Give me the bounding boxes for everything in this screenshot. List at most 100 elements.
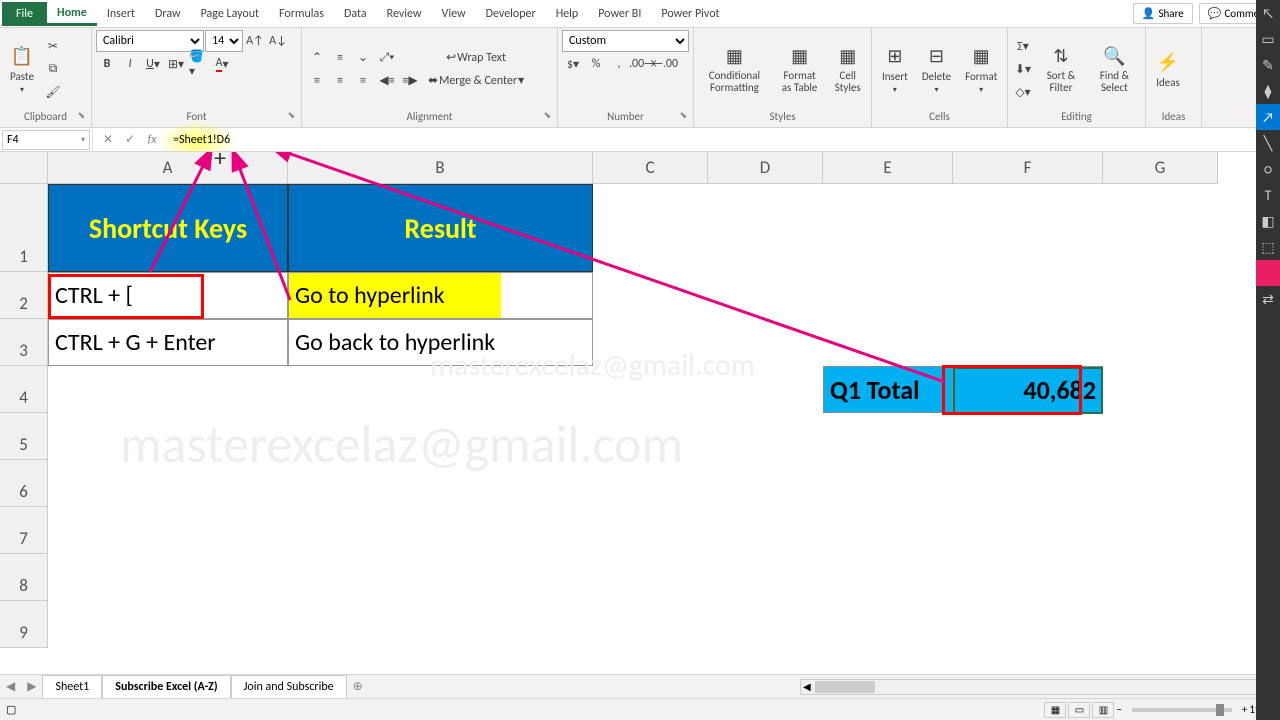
col-header-E[interactable]: E xyxy=(823,152,953,184)
cell-styles-button[interactable]: ▦Cell Styles xyxy=(828,42,867,96)
wrap-text-button[interactable]: ↩Wrap Text xyxy=(423,47,529,69)
blur-tool[interactable]: ⬚ xyxy=(1256,234,1280,260)
arrow-tool[interactable]: ↗ xyxy=(1256,104,1280,130)
increase-decimal-button[interactable]: .00→ xyxy=(631,53,653,75)
decrease-font-button[interactable]: A↓ xyxy=(267,30,289,52)
find-select-button[interactable]: 🔍Find & Select xyxy=(1088,42,1141,96)
align-top-button[interactable]: ⌃ xyxy=(306,47,328,69)
pen-tool[interactable]: ✎ xyxy=(1256,52,1280,78)
fill-color-button[interactable]: 🪣▾ xyxy=(188,53,210,75)
cell-B2[interactable]: Go to hyperlink xyxy=(288,272,593,319)
sheet-tab-3[interactable]: Join and Subscribe xyxy=(231,675,347,699)
insert-button[interactable]: ⊞Insert▾ xyxy=(876,42,914,97)
cell-E4[interactable]: Q1 Total xyxy=(823,366,953,413)
tab-draw[interactable]: Draw xyxy=(145,2,191,26)
row-header-7[interactable]: 7 xyxy=(0,507,48,554)
normal-view-button[interactable]: ▦ xyxy=(1044,702,1066,718)
tab-page-layout[interactable]: Page Layout xyxy=(191,2,269,26)
zoom-out-button[interactable]: − xyxy=(1116,703,1121,716)
alignment-launcher[interactable]: ⬊ xyxy=(543,110,551,121)
tab-help[interactable]: Help xyxy=(546,2,589,26)
paste-button[interactable]: 📋Paste▾ xyxy=(4,42,40,97)
row-header-6[interactable]: 6 xyxy=(0,460,48,507)
page-layout-view-button[interactable]: ▭ xyxy=(1068,702,1090,718)
share-button[interactable]: 👤Share xyxy=(1133,3,1193,24)
line-tool[interactable]: ╲ xyxy=(1256,130,1280,156)
sheet-nav-prev[interactable]: ◀ xyxy=(0,679,21,694)
row-header-2[interactable]: 2 xyxy=(0,272,48,319)
italic-button[interactable]: I xyxy=(119,53,141,75)
tab-developer[interactable]: Developer xyxy=(476,2,546,26)
cursor-tool[interactable]: ↖ xyxy=(1256,0,1280,26)
percent-button[interactable]: % xyxy=(585,53,607,75)
underline-button[interactable]: U▾ xyxy=(142,53,164,75)
cell-B1[interactable]: Result xyxy=(288,184,593,272)
decrease-indent-button[interactable]: ◀≡ xyxy=(376,70,398,92)
cell-F4[interactable]: 40,682 xyxy=(953,366,1103,413)
align-center-button[interactable]: ≡ xyxy=(329,70,351,92)
merge-center-button[interactable]: ⬌Merge & Center▾ xyxy=(423,70,529,92)
cancel-formula-button[interactable]: ✕ xyxy=(97,130,119,150)
record-macro-icon[interactable]: ▢ xyxy=(6,703,16,716)
number-launcher[interactable]: ⬊ xyxy=(679,110,687,121)
tab-view[interactable]: View xyxy=(432,2,476,26)
tab-data[interactable]: Data xyxy=(334,2,377,26)
copy-button[interactable]: ⧉ xyxy=(42,58,64,80)
col-header-F[interactable]: F xyxy=(953,152,1103,184)
align-left-button[interactable]: ≡ xyxy=(306,70,328,92)
circle-tool[interactable]: ○ xyxy=(1256,156,1280,182)
eraser-tool[interactable]: ◧ xyxy=(1256,208,1280,234)
name-box[interactable]: F4▾ xyxy=(2,130,90,150)
align-right-button[interactable]: ≡ xyxy=(352,70,374,92)
col-header-D[interactable]: D xyxy=(708,152,823,184)
font-color-button[interactable]: A▾ xyxy=(211,53,233,75)
align-bottom-button[interactable]: ⌄ xyxy=(352,47,374,69)
tab-home[interactable]: Home xyxy=(47,1,97,26)
more-tools[interactable]: ⇄ xyxy=(1256,286,1280,312)
tab-power-pivot[interactable]: Power Pivot xyxy=(651,2,729,26)
select-all-corner[interactable] xyxy=(0,152,48,184)
tab-review[interactable]: Review xyxy=(377,2,432,26)
page-break-view-button[interactable]: ▥ xyxy=(1092,702,1114,718)
col-header-G[interactable]: G xyxy=(1103,152,1218,184)
increase-font-button[interactable]: A↑ xyxy=(244,30,266,52)
highlighter-tool[interactable]: ⧫ xyxy=(1256,78,1280,104)
cell-B3[interactable]: Go back to hyperlink xyxy=(288,319,593,366)
text-tool[interactable]: T xyxy=(1256,182,1280,208)
ideas-button[interactable]: ⚡Ideas xyxy=(1150,48,1186,91)
cell-A1[interactable]: Shortcut Keys xyxy=(48,184,288,272)
enter-formula-button[interactable]: ✓ xyxy=(119,130,141,150)
new-sheet-button[interactable]: ⊕ xyxy=(347,679,369,694)
row-header-4[interactable]: 4 xyxy=(0,366,48,413)
increase-indent-button[interactable]: ≡▶ xyxy=(399,70,421,92)
col-header-C[interactable]: C xyxy=(593,152,708,184)
currency-button[interactable]: $▾ xyxy=(562,53,584,75)
color-picker[interactable] xyxy=(1256,260,1280,286)
format-painter-button[interactable]: 🖌 xyxy=(42,81,64,103)
clear-button[interactable]: ◇▾ xyxy=(1012,81,1034,103)
number-format-combo[interactable]: Custom xyxy=(562,30,689,52)
tab-formulas[interactable]: Formulas xyxy=(269,2,334,26)
col-header-A[interactable]: A xyxy=(48,152,288,184)
fill-button[interactable]: ⬇▾ xyxy=(1012,58,1034,80)
align-middle-button[interactable]: ≡ xyxy=(329,47,351,69)
autosum-button[interactable]: Σ▾ xyxy=(1012,35,1034,57)
delete-button[interactable]: ⊟Delete▾ xyxy=(916,42,957,97)
cell-A2[interactable]: CTRL + [ xyxy=(48,272,288,319)
cut-button[interactable]: ✂ xyxy=(42,35,64,57)
row-header-9[interactable]: 9 xyxy=(0,601,48,648)
bold-button[interactable]: B xyxy=(96,53,118,75)
sheet-tab-2[interactable]: Subscribe Excel (A-Z) xyxy=(102,675,230,700)
format-as-table-button[interactable]: ▦Format as Table xyxy=(773,42,827,96)
row-header-5[interactable]: 5 xyxy=(0,413,48,460)
row-header-1[interactable]: 1 xyxy=(0,184,48,272)
sort-filter-button[interactable]: ⇅Sort & Filter xyxy=(1036,42,1086,96)
worksheet-grid[interactable]: ABCDEFG 123456789 Shortcut KeysResultCTR… xyxy=(0,152,1280,672)
tab-insert[interactable]: Insert xyxy=(97,2,145,26)
orientation-button[interactable]: ⤢▾ xyxy=(376,47,398,69)
format-button[interactable]: ▦Format▾ xyxy=(959,42,1003,97)
decrease-decimal-button[interactable]: ←.00 xyxy=(654,53,676,75)
zoom-slider[interactable] xyxy=(1132,708,1232,712)
font-name-combo[interactable]: Calibri xyxy=(96,30,204,52)
zoom-in-button[interactable]: + xyxy=(1242,703,1247,716)
